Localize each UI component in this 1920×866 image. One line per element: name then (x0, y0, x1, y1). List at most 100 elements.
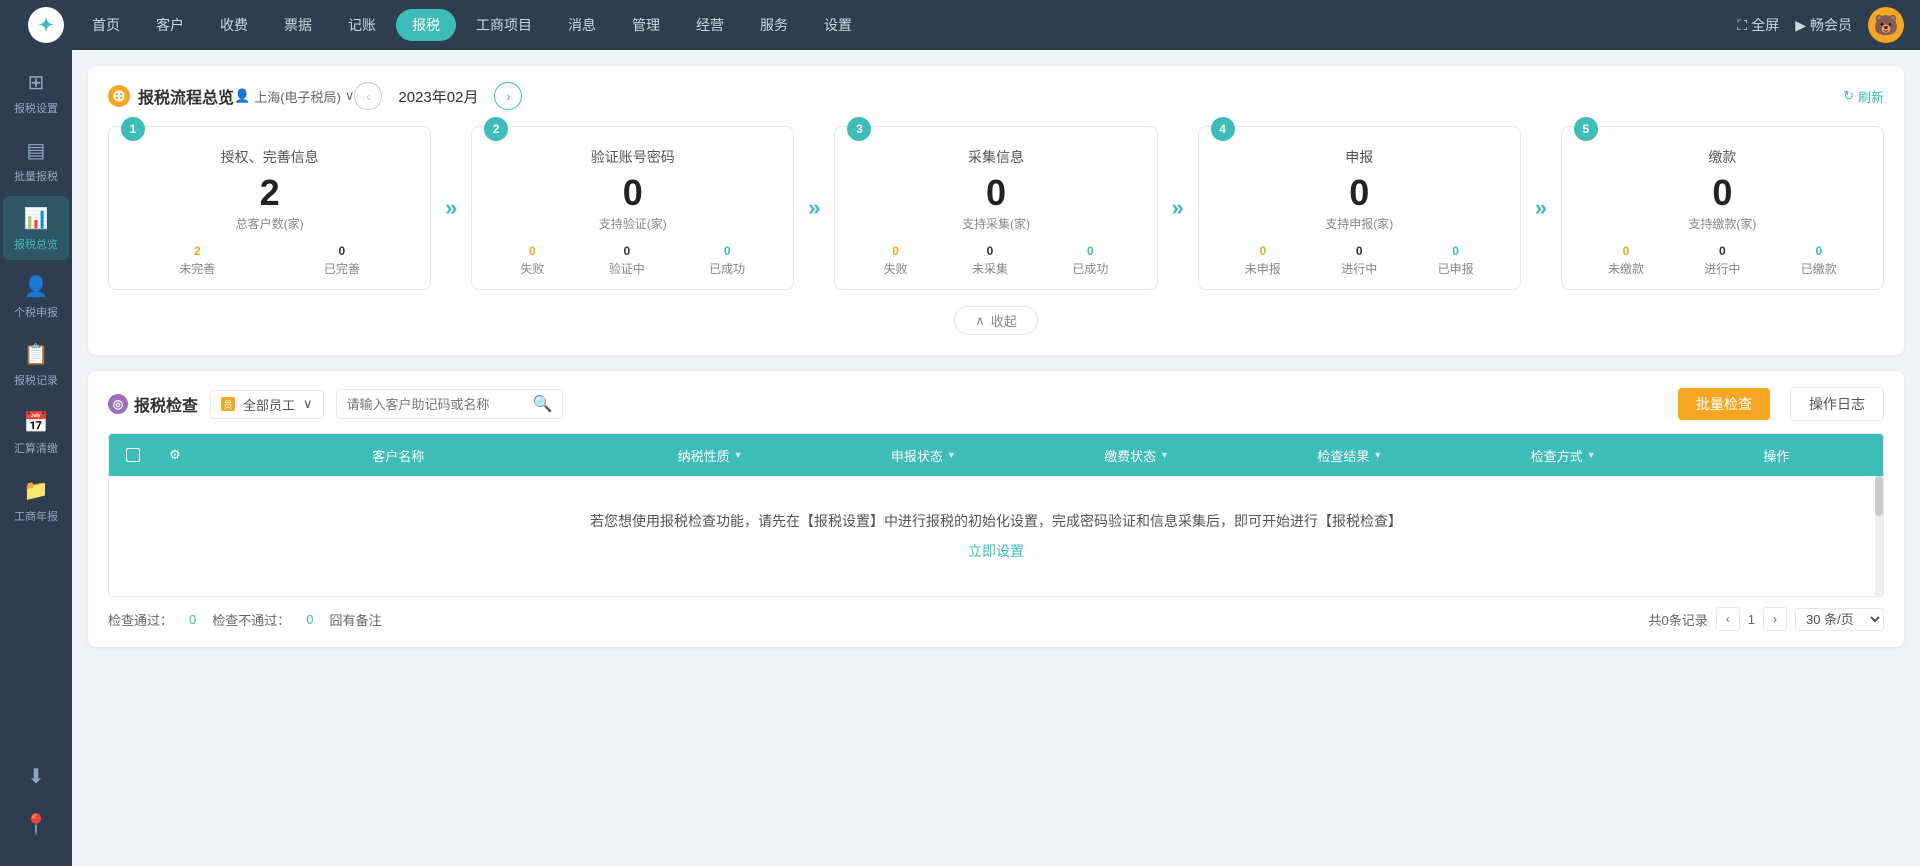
nav-management[interactable]: 管理 (616, 9, 676, 41)
arrow-3-4: » (1158, 126, 1198, 290)
th-declare-status[interactable]: 申报状态 ▼ (817, 446, 1030, 465)
current-date: 2023年02月 (398, 86, 478, 107)
step-count-1: 2 (125, 175, 414, 211)
nav-billing[interactable]: 收费 (204, 9, 264, 41)
fullscreen-button[interactable]: ⛶ 全屏 (1737, 15, 1779, 35)
search-wrap[interactable]: 🔍 (336, 389, 564, 419)
search-icon[interactable]: 🔍 (533, 394, 553, 414)
sidebar-item-batch-tax[interactable]: ▤ 批量报税 (3, 128, 69, 192)
nav-settings[interactable]: 设置 (808, 9, 868, 41)
th-checkbox[interactable] (109, 448, 157, 462)
first-page-button[interactable]: ‹ (1716, 607, 1740, 631)
stat-val-unpaid-5: 0 (1623, 244, 1630, 258)
scroll-track[interactable] (1875, 476, 1883, 596)
th-tax-type[interactable]: 纳税性质 ▼ (604, 446, 817, 465)
user-avatar[interactable]: 🐻 (1868, 7, 1904, 43)
refresh-button[interactable]: ↻ 刷新 (1843, 87, 1884, 106)
stat-failed-2: 0 失败 (520, 244, 544, 277)
stat-incomplete: 2 未完善 (179, 244, 215, 277)
check-title: ◎ 报税检查 (108, 392, 198, 416)
stat-inprogress-4: 0 进行中 (1341, 244, 1377, 277)
nav-home[interactable]: 首页 (76, 9, 136, 41)
search-input[interactable] (347, 397, 527, 412)
personal-tax-icon: 👤 (22, 272, 50, 300)
sidebar-item-tax-settings[interactable]: ⊞ 报税设置 (3, 60, 69, 124)
arrow-2-3: » (794, 126, 834, 290)
sidebar-item-annual-report[interactable]: 📁 工商年报 (3, 468, 69, 532)
stat-lbl-paid-5: 已缴款 (1801, 260, 1837, 277)
step-title-1: 授权、完善信息 (125, 147, 414, 167)
sidebar-item-annual-settlement[interactable]: 📅 汇算清缴 (3, 400, 69, 464)
collapse-button[interactable]: ∧ 收起 (954, 306, 1038, 335)
th-pay-status[interactable]: 缴费状态 ▼ (1030, 446, 1243, 465)
op-log-button[interactable]: 操作日志 (1790, 387, 1884, 421)
logo-area[interactable]: ✦ (16, 7, 76, 43)
play-icon: ▶ (1795, 17, 1806, 34)
stat-val-success-3: 0 (1087, 244, 1094, 258)
next-month-button[interactable]: › (494, 82, 522, 110)
settings-icon[interactable]: ⚙ (169, 447, 181, 463)
th-check-method[interactable]: 检查方式 ▼ (1457, 446, 1670, 465)
th-settings[interactable]: ⚙ (157, 447, 193, 463)
th-filter-icon-1: ▼ (734, 450, 743, 460)
employee-filter[interactable]: 员 全部员工 ∨ (210, 390, 324, 419)
check-table-wrapper: ⚙ 客户名称 纳税性质 ▼ 申报状态 ▼ 缴费状态 ▼ (108, 433, 1884, 597)
step-number-3: 3 (847, 117, 871, 141)
step-stats-4: 0 未申报 0 进行中 0 已申报 (1215, 244, 1504, 277)
stat-unreported-4: 0 未申报 (1245, 244, 1281, 277)
date-navigation: ‹ 2023年02月 › (354, 82, 522, 110)
fail-count[interactable]: 0 (306, 612, 313, 627)
panel-header: ⊕ 报税流程总览 👤 上海(电子税局) ∨ ‹ 2023年02月 › ↻ 刷新 (108, 82, 1884, 110)
stat-unpaid-5: 0 未缴款 (1608, 244, 1644, 277)
sidebar-item-tax-overview[interactable]: 📊 报税总览 (3, 196, 69, 260)
employee-filter-icon: 员 (221, 397, 235, 411)
nav-operation[interactable]: 经营 (680, 9, 740, 41)
stat-val-complete: 0 (339, 244, 346, 258)
nav-customer[interactable]: 客户 (140, 9, 200, 41)
nav-service[interactable]: 服务 (744, 9, 804, 41)
nav-items: 首页 客户 收费 票据 记账 报税 工商项目 消息 管理 经营 服务 设置 (76, 9, 1737, 41)
content-area: ⊕ 报税流程总览 👤 上海(电子税局) ∨ ‹ 2023年02月 › ↻ 刷新 (72, 50, 1920, 866)
sidebar-item-personal-tax[interactable]: 👤 个税申报 (3, 264, 69, 328)
step-title-2: 验证账号密码 (488, 147, 777, 167)
next-page-button[interactable]: › (1763, 607, 1787, 631)
stat-lbl-incomplete: 未完善 (179, 260, 215, 277)
th-filter-icon-5: ▼ (1587, 450, 1596, 460)
nav-tax[interactable]: 报税 (396, 9, 456, 41)
footer-left: 检查通过： 0 检查不通过： 0 囧有备注 (108, 610, 382, 629)
step-count-3: 0 (851, 175, 1140, 211)
table-footer: 检查通过： 0 检查不通过： 0 囧有备注 共0条记录 ‹ 1 › 30 条/页… (108, 597, 1884, 631)
step-subtitle-1: 总客户数(家) (125, 215, 414, 232)
sidebar-location[interactable]: 📍 (3, 802, 69, 846)
sidebar: ⊞ 报税设置 ▤ 批量报税 📊 报税总览 👤 个税申报 📋 报税记录 📅 汇算清… (0, 50, 72, 866)
per-page-select[interactable]: 30 条/页 50 条/页 100 条/页 (1795, 608, 1884, 631)
nav-accounting[interactable]: 记账 (332, 9, 392, 41)
select-all-checkbox[interactable] (126, 448, 140, 462)
nav-message[interactable]: 消息 (552, 9, 612, 41)
step-count-4: 0 (1215, 175, 1504, 211)
batch-check-button[interactable]: 批量检查 (1678, 388, 1770, 420)
vip-button[interactable]: ▶ 畅会员 (1795, 15, 1852, 35)
setup-link[interactable]: 立即设置 (590, 541, 1402, 561)
collapse-up-icon: ∧ (975, 313, 985, 329)
location-tag[interactable]: 👤 上海(电子税局) ∨ (234, 87, 354, 106)
step-card-5: 5 缴款 0 支持缴款(家) 0 未缴款 0 进行中 (1561, 126, 1884, 290)
note-label: 囧有备注 (330, 610, 382, 629)
scroll-thumb[interactable] (1875, 476, 1883, 516)
arrow-1-2: » (431, 126, 471, 290)
stat-complete: 0 已完善 (324, 244, 360, 277)
prev-month-button[interactable]: ‹ (354, 82, 382, 110)
nav-business[interactable]: 工商项目 (460, 9, 548, 41)
pass-count[interactable]: 0 (189, 612, 196, 627)
sidebar-download[interactable]: ⬇ (3, 754, 69, 798)
stat-success-2: 0 已成功 (709, 244, 745, 277)
panel-title: ⊕ 报税流程总览 (108, 84, 234, 108)
sidebar-item-tax-records[interactable]: 📋 报税记录 (3, 332, 69, 396)
stat-val-paid-5: 0 (1815, 244, 1822, 258)
stat-lbl-failed-2: 失败 (520, 260, 544, 277)
nav-invoice[interactable]: 票据 (268, 9, 328, 41)
th-check-result[interactable]: 检查结果 ▼ (1243, 446, 1456, 465)
download-icon: ⬇ (22, 762, 50, 790)
step-subtitle-2: 支持验证(家) (488, 215, 777, 232)
step-count-5: 0 (1578, 175, 1867, 211)
